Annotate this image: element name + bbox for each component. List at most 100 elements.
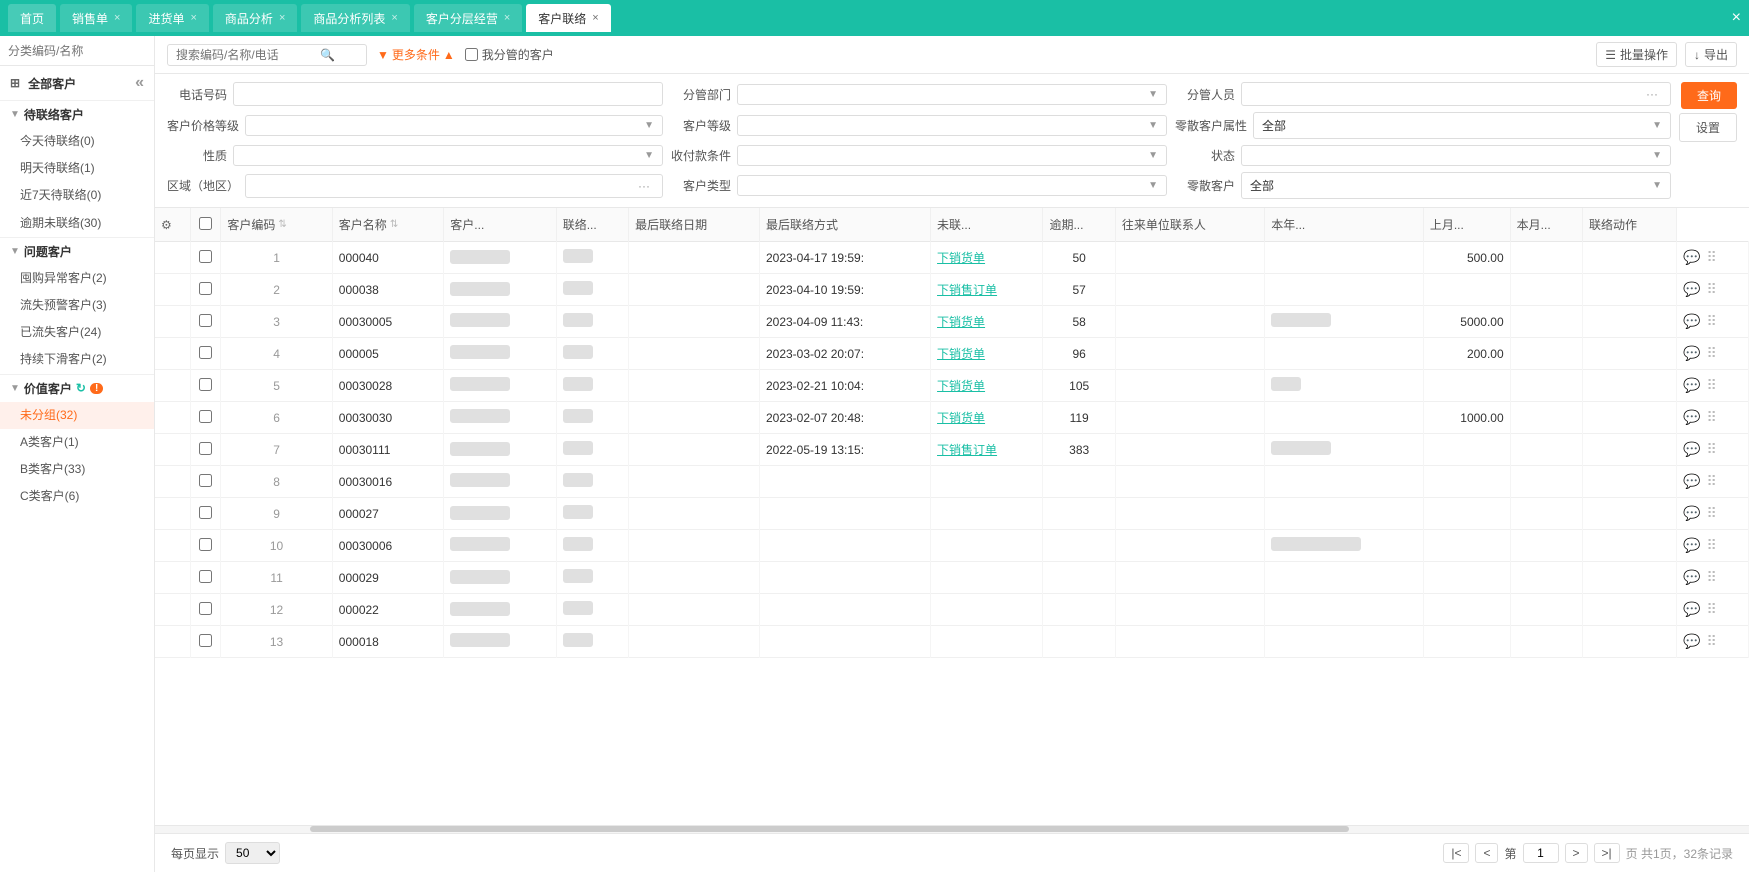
next-page-btn[interactable]: >: [1565, 843, 1588, 863]
more-icon-8[interactable]: ⠿: [1706, 505, 1716, 522]
chat-icon-2[interactable]: 💬: [1683, 313, 1700, 330]
row-checkbox-0[interactable]: [199, 250, 212, 263]
select-all-checkbox[interactable]: [199, 217, 212, 230]
nav-tab-customer-contact[interactable]: 客户联络 ×: [526, 4, 610, 32]
chat-icon-9[interactable]: 💬: [1683, 537, 1700, 554]
nav-tab-customer-tier-close[interactable]: ×: [504, 12, 510, 24]
sidebar-item-class-a[interactable]: A类客户(1): [0, 429, 154, 456]
export-btn[interactable]: ↓ 导出: [1685, 42, 1737, 67]
filter-select-dept[interactable]: ▼: [737, 84, 1167, 105]
chat-icon-4[interactable]: 💬: [1683, 377, 1700, 394]
prev-page-btn[interactable]: <: [1475, 843, 1498, 863]
close-all-tabs[interactable]: ×: [1732, 9, 1741, 27]
filter-select-retail-cust[interactable]: 全部 ▼: [1241, 172, 1671, 199]
sidebar-item-7days[interactable]: 近7天待联络(0): [0, 182, 154, 209]
sidebar-all-customers[interactable]: ⊞ 全部客户 «: [0, 66, 154, 100]
method-link-3[interactable]: 下销货单: [937, 347, 985, 361]
code-sort-icon[interactable]: ⇅: [278, 219, 286, 230]
chat-icon-0[interactable]: 💬: [1683, 249, 1700, 266]
filter-select-status[interactable]: ▼: [1241, 145, 1671, 166]
last-page-btn[interactable]: >|: [1594, 843, 1620, 863]
more-icon-12[interactable]: ⠿: [1706, 633, 1716, 650]
sidebar-item-class-c[interactable]: C类客户(6): [0, 483, 154, 510]
more-icon-9[interactable]: ⠿: [1706, 537, 1716, 554]
filter-select-person[interactable]: ···: [1241, 82, 1671, 106]
nav-tab-home[interactable]: 首页: [8, 4, 56, 32]
more-icon-1[interactable]: ⠿: [1706, 281, 1716, 298]
nav-tab-analysis-close[interactable]: ×: [279, 12, 285, 24]
row-checkbox-4[interactable]: [199, 378, 212, 391]
sidebar-search-input[interactable]: [8, 44, 155, 58]
row-checkbox-7[interactable]: [199, 474, 212, 487]
row-checkbox-8[interactable]: [199, 506, 212, 519]
settings-icon[interactable]: ⚙: [161, 218, 172, 232]
more-icon-3[interactable]: ⠿: [1706, 345, 1716, 362]
chat-icon-5[interactable]: 💬: [1683, 409, 1700, 426]
row-checkbox-12[interactable]: [199, 634, 212, 647]
method-link-2[interactable]: 下销货单: [937, 315, 985, 329]
sidebar-item-ungroup[interactable]: 未分组(32): [0, 402, 154, 429]
nav-tab-analysis-list[interactable]: 商品分析列表 ×: [301, 4, 409, 32]
method-link-1[interactable]: 下销售订单: [937, 283, 997, 297]
person-dots[interactable]: ···: [1642, 87, 1662, 101]
sidebar-item-today[interactable]: 今天待联络(0): [0, 128, 154, 155]
chat-icon-6[interactable]: 💬: [1683, 441, 1700, 458]
my-customers-check[interactable]: [465, 48, 478, 61]
row-checkbox-9[interactable]: [199, 538, 212, 551]
more-conditions-btn[interactable]: ▼ 更多条件 ▲: [377, 46, 455, 63]
more-icon-10[interactable]: ⠿: [1706, 569, 1716, 586]
row-checkbox-11[interactable]: [199, 602, 212, 615]
sidebar-collapse-icon[interactable]: «: [135, 74, 144, 92]
nav-tab-sales[interactable]: 销售单 ×: [60, 4, 132, 32]
filter-search-input[interactable]: [176, 48, 316, 62]
row-checkbox-1[interactable]: [199, 282, 212, 295]
more-icon-2[interactable]: ⠿: [1706, 313, 1716, 330]
filter-select-cust-type[interactable]: ▼: [737, 175, 1167, 196]
batch-ops-btn[interactable]: ☰ 批量操作: [1596, 42, 1677, 67]
chat-icon-3[interactable]: 💬: [1683, 345, 1700, 362]
more-icon-11[interactable]: ⠿: [1706, 601, 1716, 618]
problem-section-title[interactable]: ▼ 问题客户: [0, 238, 154, 265]
filter-select-retail-attr[interactable]: 全部 ▼: [1253, 112, 1671, 139]
filter-select-payment[interactable]: ▼: [737, 145, 1167, 166]
first-page-btn[interactable]: |<: [1443, 843, 1469, 863]
sidebar-item-tomorrow[interactable]: 明天待联络(1): [0, 155, 154, 182]
chat-icon-11[interactable]: 💬: [1683, 601, 1700, 618]
more-icon-0[interactable]: ⠿: [1706, 249, 1716, 266]
row-checkbox-2[interactable]: [199, 314, 212, 327]
chat-icon-8[interactable]: 💬: [1683, 505, 1700, 522]
nav-tab-purchase-close[interactable]: ×: [190, 12, 196, 24]
nav-tab-analysis[interactable]: 商品分析 ×: [213, 4, 297, 32]
sidebar-item-class-b[interactable]: B类客户(33): [0, 456, 154, 483]
sidebar-item-overdue[interactable]: 逾期未联络(30): [0, 210, 154, 237]
chat-icon-7[interactable]: 💬: [1683, 473, 1700, 490]
chat-icon-10[interactable]: 💬: [1683, 569, 1700, 586]
sidebar-item-abnormal[interactable]: 囤购异常客户(2): [0, 265, 154, 292]
query-button[interactable]: 查询: [1681, 82, 1737, 109]
row-checkbox-3[interactable]: [199, 346, 212, 359]
chat-icon-1[interactable]: 💬: [1683, 281, 1700, 298]
method-link-0[interactable]: 下销货单: [937, 251, 985, 265]
method-link-6[interactable]: 下销售订单: [937, 443, 997, 457]
nav-tab-sales-close[interactable]: ×: [114, 12, 120, 24]
nav-tab-purchase[interactable]: 进货单 ×: [136, 4, 208, 32]
page-number-input[interactable]: [1523, 843, 1559, 863]
row-checkbox-6[interactable]: [199, 442, 212, 455]
filter-select-region[interactable]: ···: [245, 174, 663, 198]
sidebar-item-churned[interactable]: 已流失客户(24): [0, 319, 154, 346]
nav-tab-analysis-list-close[interactable]: ×: [391, 12, 397, 24]
more-icon-7[interactable]: ⠿: [1706, 473, 1716, 490]
method-link-5[interactable]: 下销货单: [937, 411, 985, 425]
reset-button[interactable]: 设置: [1679, 113, 1737, 142]
name-sort-icon[interactable]: ⇅: [390, 219, 398, 230]
pending-section-title[interactable]: ▼ 待联络客户: [0, 101, 154, 128]
filter-select-nature[interactable]: ▼: [233, 145, 663, 166]
sidebar-item-churn-warn[interactable]: 流失预警客户(3): [0, 292, 154, 319]
my-customers-checkbox[interactable]: 我分管的客户: [465, 46, 554, 63]
nav-tab-customer-tier[interactable]: 客户分层经营 ×: [414, 4, 522, 32]
region-dots[interactable]: ···: [634, 179, 654, 193]
nav-tab-customer-contact-close[interactable]: ×: [592, 12, 598, 24]
refresh-icon[interactable]: ↻: [76, 381, 86, 395]
sidebar-item-declining[interactable]: 持续下滑客户(2): [0, 346, 154, 373]
per-page-select[interactable]: 50 20 100: [225, 842, 280, 864]
